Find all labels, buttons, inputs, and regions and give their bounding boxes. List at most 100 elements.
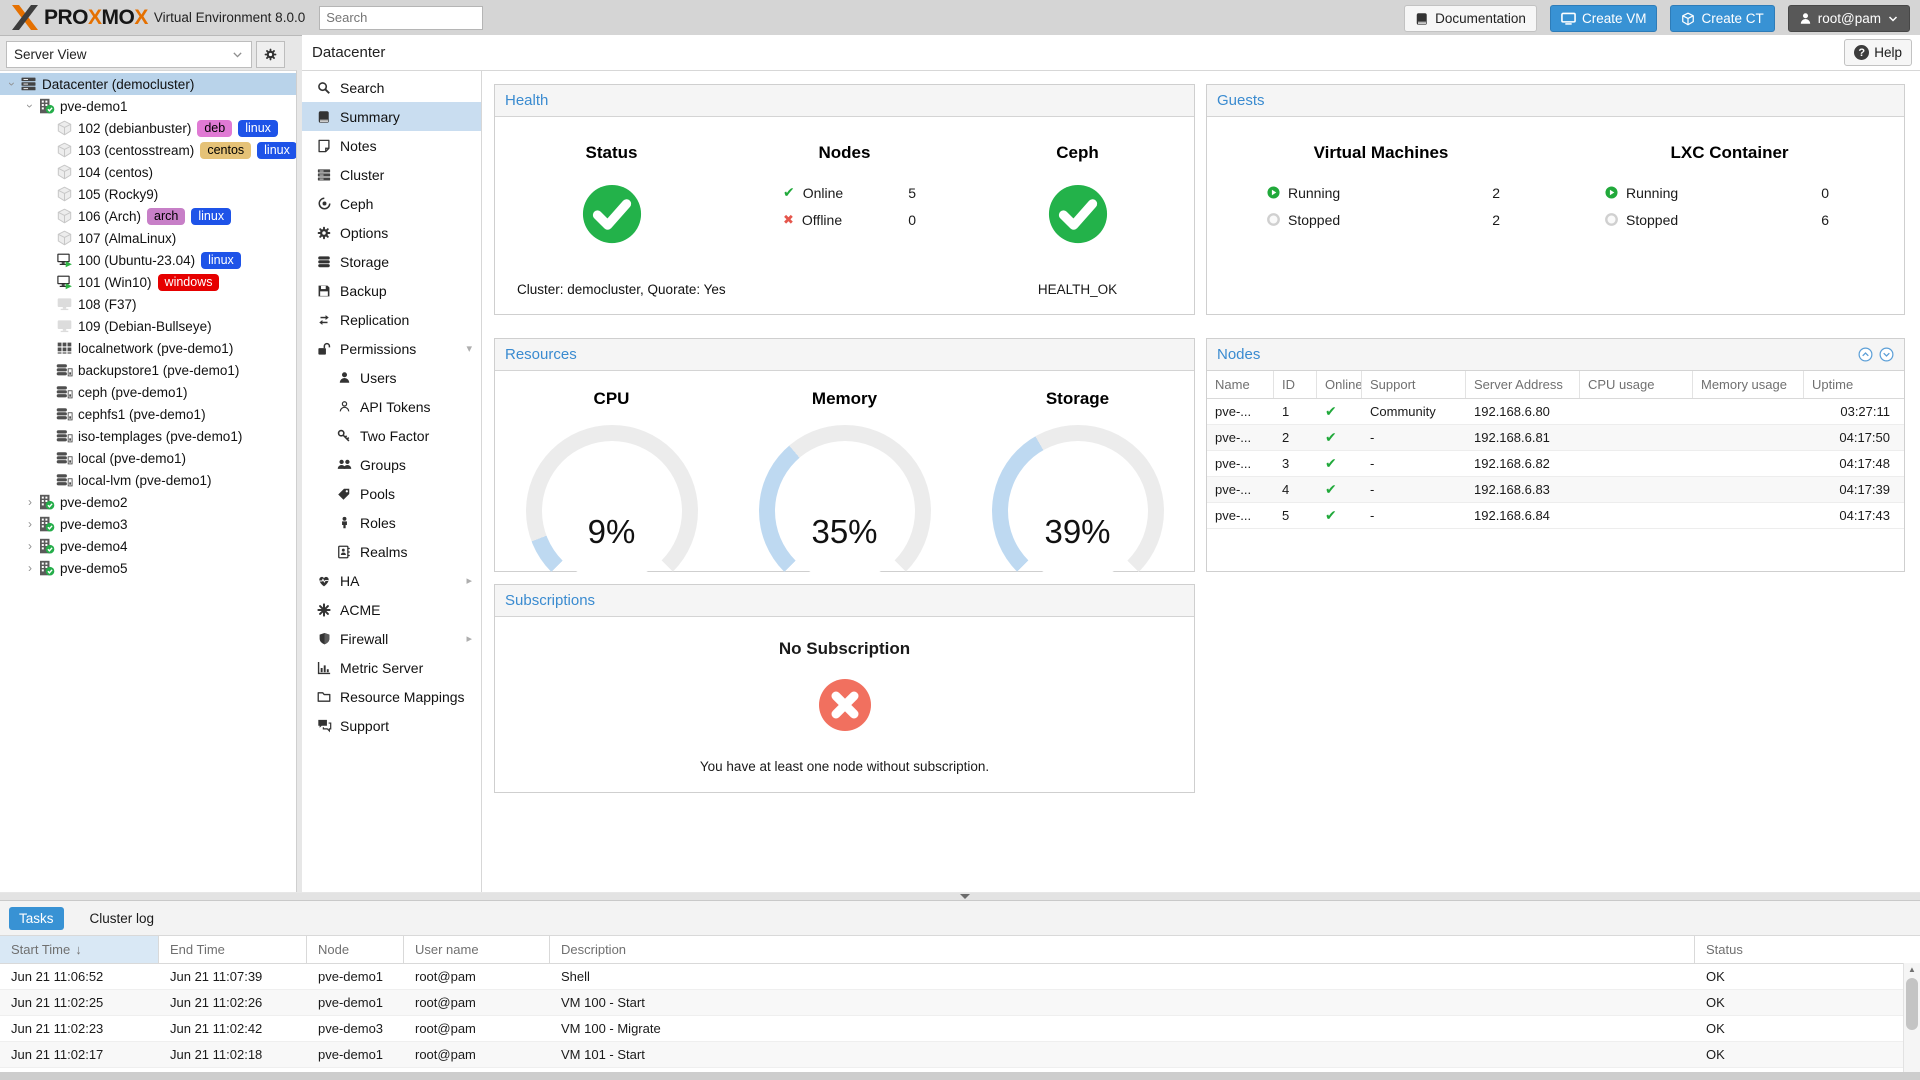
menu-item-pools[interactable]: Pools	[302, 479, 481, 508]
tree-item-local-lvm[interactable]: local-lvm (pve-demo1)	[0, 469, 296, 491]
column-header[interactable]: Server Address	[1466, 371, 1580, 398]
tree-item-pve-demo3[interactable]: › pve-demo3	[0, 513, 296, 535]
column-header[interactable]: Uptime	[1804, 371, 1900, 398]
node-row[interactable]: pve-...5 ✔ -192.168.6.84 4% 25% 04:17:43	[1207, 503, 1904, 529]
task-row[interactable]: Jun 21 11:02:23Jun 21 11:02:42pve-demo3r…	[0, 1016, 1920, 1042]
expander-icon[interactable]: ›	[5, 76, 19, 92]
tab-tasks[interactable]: Tasks	[9, 907, 64, 930]
replication-icon	[317, 313, 331, 327]
menu-item-ha[interactable]: HA▸	[302, 566, 481, 595]
menu-item-api-tokens[interactable]: API Tokens	[302, 392, 481, 421]
expander-icon[interactable]: ›	[23, 98, 37, 114]
tree-item-iso-templages[interactable]: iso-templages (pve-demo1)	[0, 425, 296, 447]
tree-item-103[interactable]: 103 (centosstream) centos linux	[0, 139, 296, 161]
menu-item-resource-mappings[interactable]: Resource Mappings	[302, 682, 481, 711]
tree-item-cephfs1[interactable]: cephfs1 (pve-demo1)	[0, 403, 296, 425]
help-button[interactable]: ? Help	[1844, 39, 1912, 66]
tree-item-pve-demo2[interactable]: › pve-demo2	[0, 491, 296, 513]
view-select[interactable]: Server View	[6, 41, 252, 68]
column-header[interactable]: Name	[1207, 371, 1274, 398]
tree-item-pve-demo1[interactable]: › pve-demo1	[0, 95, 296, 117]
create-vm-button[interactable]: Create VM	[1550, 5, 1658, 32]
column-header[interactable]: Node	[307, 936, 404, 963]
tree-item-108[interactable]: 108 (F37)	[0, 293, 296, 315]
menu-item-replication[interactable]: Replication	[302, 305, 481, 334]
collapse-up-icon[interactable]	[1858, 347, 1873, 362]
tree-settings-button[interactable]	[256, 41, 285, 68]
menu-item-groups[interactable]: Groups	[302, 450, 481, 479]
create-ct-button[interactable]: Create CT	[1670, 5, 1774, 32]
menu-item-realms[interactable]: Realms	[302, 537, 481, 566]
task-row[interactable]: Jun 21 11:02:25Jun 21 11:02:26pve-demo1r…	[0, 990, 1920, 1016]
menu-item-cluster[interactable]: Cluster	[302, 160, 481, 189]
menu-item-storage[interactable]: Storage	[302, 247, 481, 276]
column-header[interactable]: Online	[1317, 371, 1362, 398]
menu-item-options[interactable]: Options	[302, 218, 481, 247]
tree-item-local[interactable]: local (pve-demo1)	[0, 447, 296, 469]
node-row[interactable]: pve-...3 ✔ -192.168.6.82 4% 30% 04:17:48	[1207, 451, 1904, 477]
task-row[interactable]: Jun 21 11:02:17Jun 21 11:02:18pve-demo1r…	[0, 1042, 1920, 1068]
node-row[interactable]: pve-...4 ✔ -192.168.6.83 3% 24% 04:17:39	[1207, 477, 1904, 503]
tree-item-101[interactable]: 101 (Win10) windows	[0, 271, 296, 293]
expander-icon[interactable]: ›	[22, 495, 38, 509]
column-header[interactable]: Memory usage	[1693, 371, 1804, 398]
expand-arrow-icon[interactable]: ▸	[466, 632, 472, 645]
container-icon	[56, 142, 73, 158]
user-icon	[338, 371, 351, 384]
menu-item-two-factor[interactable]: Two Factor	[302, 421, 481, 450]
menu-item-ceph[interactable]: Ceph	[302, 189, 481, 218]
collapse-down-icon[interactable]	[1879, 347, 1894, 362]
tab-cluster-log[interactable]: Cluster log	[80, 907, 165, 930]
tree-item-ceph[interactable]: ceph (pve-demo1)	[0, 381, 296, 403]
expander-icon[interactable]: ›	[22, 517, 38, 531]
tasks-scrollbar[interactable]: ▲	[1903, 963, 1920, 1072]
task-row[interactable]: Jun 21 11:06:52Jun 21 11:07:39pve-demo1r…	[0, 964, 1920, 990]
tree-item-localnetwork[interactable]: localnetwork (pve-demo1)	[0, 337, 296, 359]
tree-item-102[interactable]: 102 (debianbuster) deb linux	[0, 117, 296, 139]
node-row[interactable]: pve-...1 ✔ Community192.168.6.80 31% 53%…	[1207, 399, 1904, 425]
menu-item-firewall[interactable]: Firewall▸	[302, 624, 481, 653]
column-header[interactable]: ID	[1274, 371, 1317, 398]
tree-item-107[interactable]: 107 (AlmaLinux)	[0, 227, 296, 249]
tree-item-backupstore1[interactable]: backupstore1 (pve-demo1)	[0, 359, 296, 381]
collapse-arrow-icon[interactable]: ▾	[466, 342, 472, 355]
menu-item-permissions[interactable]: Permissions▾	[302, 334, 481, 363]
column-header[interactable]: Status	[1695, 936, 1920, 963]
tree-item-105[interactable]: 105 (Rocky9)	[0, 183, 296, 205]
column-header[interactable]: End Time	[159, 936, 307, 963]
column-header[interactable]: Support	[1362, 371, 1466, 398]
menu-item-roles[interactable]: Roles	[302, 508, 481, 537]
menu-item-backup[interactable]: Backup	[302, 276, 481, 305]
tree-item-106[interactable]: 106 (Arch) arch linux	[0, 205, 296, 227]
menu-item-users[interactable]: Users	[302, 363, 481, 392]
expand-arrow-icon[interactable]: ▸	[466, 574, 472, 587]
menu-item-support[interactable]: Support	[302, 711, 481, 740]
column-header[interactable]: User name	[404, 936, 550, 963]
menu-item-metric-server[interactable]: Metric Server	[302, 653, 481, 682]
tree-item-104[interactable]: 104 (centos)	[0, 161, 296, 183]
tree-item-pve-demo4[interactable]: › pve-demo4	[0, 535, 296, 557]
expander-icon[interactable]: ›	[22, 539, 38, 553]
tree-item-pve-demo5[interactable]: › pve-demo5	[0, 557, 296, 579]
user-menu-button[interactable]: root@pam	[1788, 5, 1910, 32]
column-header-start-time[interactable]: Start Time↓	[0, 936, 159, 963]
tree-item-109[interactable]: 109 (Debian-Bullseye)	[0, 315, 296, 337]
tree-item-100[interactable]: 100 (Ubuntu-23.04) linux	[0, 249, 296, 271]
panel-splitter[interactable]	[0, 893, 1920, 900]
menu-item-search[interactable]: Search	[302, 73, 481, 102]
scroll-up-icon[interactable]: ▲	[1904, 963, 1920, 977]
user-icon	[1799, 12, 1812, 25]
menu-item-acme[interactable]: ACME	[302, 595, 481, 624]
documentation-button[interactable]: Documentation	[1404, 5, 1537, 32]
column-header[interactable]: CPU usage	[1580, 371, 1693, 398]
expander-icon[interactable]: ›	[22, 561, 38, 575]
menu-item-notes[interactable]: Notes	[302, 131, 481, 160]
tree-item-datacenter[interactable]: › Datacenter (democluster)	[0, 73, 296, 95]
bottom-scrollbar[interactable]	[0, 1072, 1920, 1080]
splitter-handle-icon[interactable]	[960, 894, 970, 899]
column-header[interactable]: Description	[550, 936, 1695, 963]
menu-item-summary[interactable]: Summary	[302, 102, 481, 131]
node-row[interactable]: pve-...2 ✔ -192.168.6.81 4% 30% 04:17:50	[1207, 425, 1904, 451]
scrollbar-thumb[interactable]	[1906, 978, 1918, 1030]
global-search-input[interactable]	[319, 6, 483, 30]
